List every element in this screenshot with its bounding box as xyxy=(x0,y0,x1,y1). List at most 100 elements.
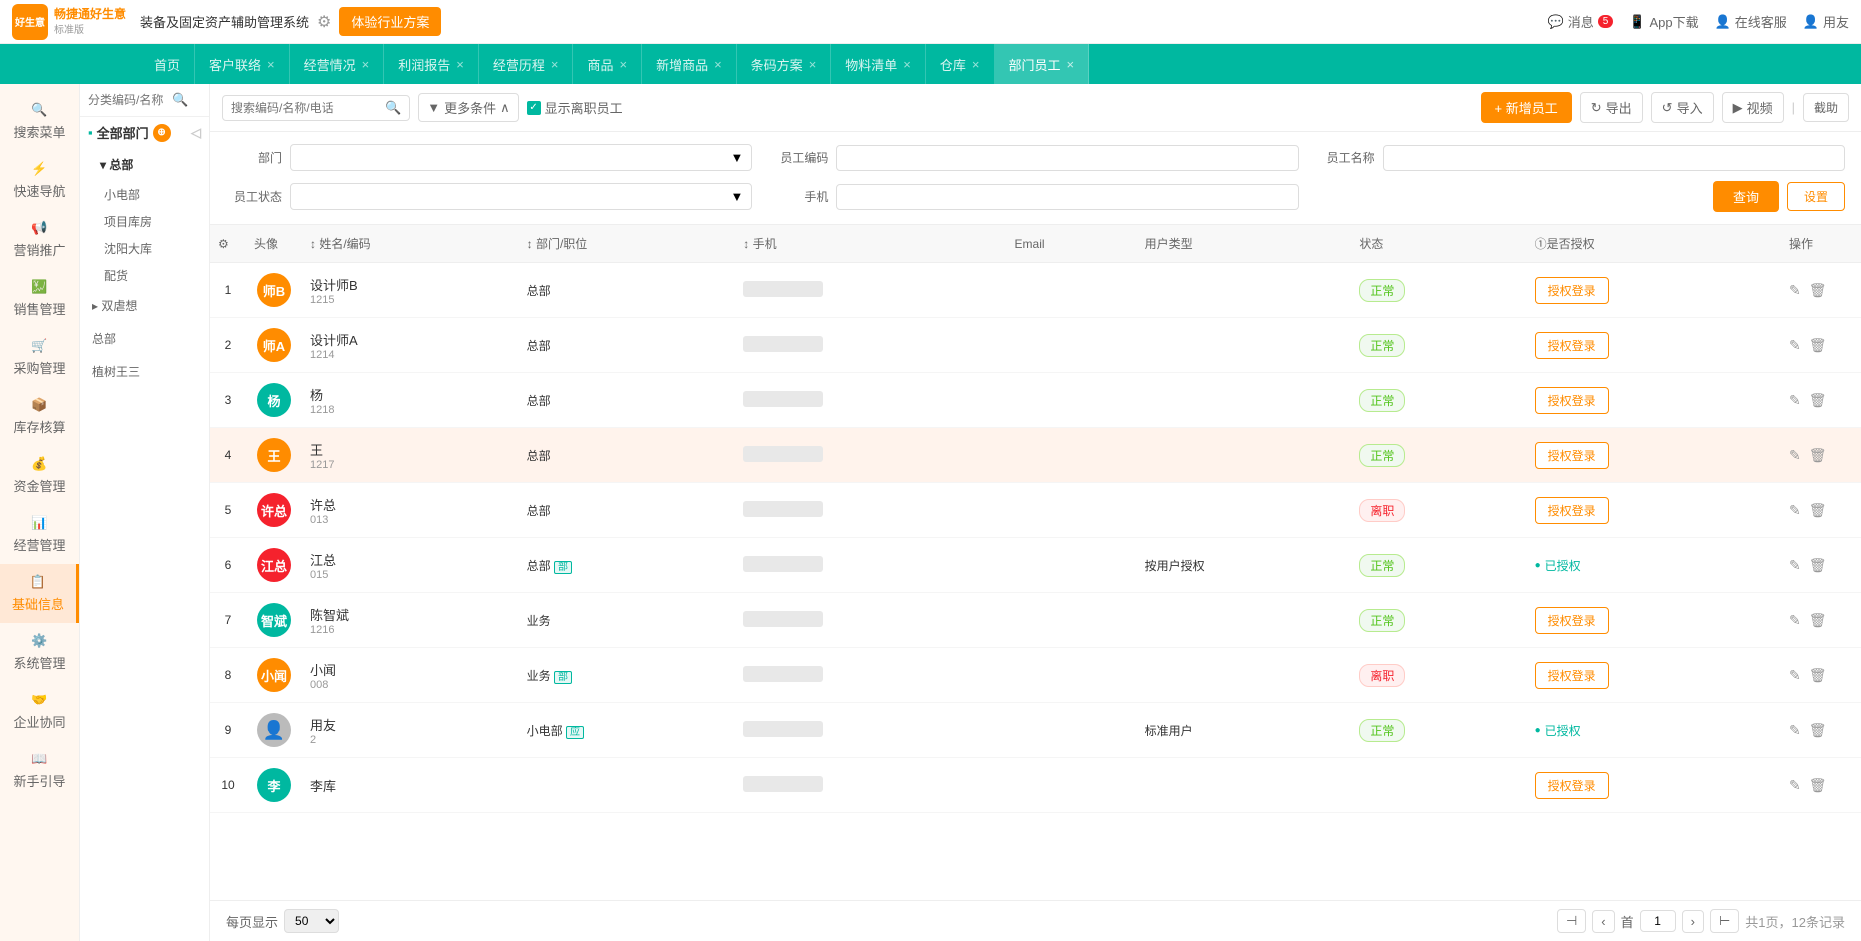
delete-icon[interactable]: 🗑 xyxy=(1809,612,1827,629)
view-btn[interactable]: ▶ 视频 xyxy=(1722,92,1784,123)
row-auth[interactable]: 授权登录 xyxy=(1527,648,1781,703)
user-btn[interactable]: 👤 用友 xyxy=(1803,12,1849,31)
tab-customer[interactable]: 客户联络 × xyxy=(195,44,290,84)
row-auth[interactable]: 授权登录 xyxy=(1527,373,1781,428)
edit-icon[interactable]: ✎ xyxy=(1789,337,1801,354)
help-btn[interactable]: 截助 xyxy=(1803,93,1849,122)
delete-icon[interactable]: 🗑 xyxy=(1809,502,1827,519)
dept-project[interactable]: 项目库房 xyxy=(88,208,209,235)
export-btn[interactable]: ↻ 导出 xyxy=(1580,92,1643,123)
row-auth[interactable]: 授权登录 xyxy=(1527,318,1781,373)
row-auth[interactable]: 授权登录 xyxy=(1527,758,1781,813)
close-icon[interactable]: × xyxy=(619,57,627,72)
empstatus-select[interactable]: ▼ xyxy=(290,183,752,210)
page-input[interactable] xyxy=(1640,910,1676,932)
auth-login-btn[interactable]: 授权登录 xyxy=(1535,772,1609,799)
last-page-btn[interactable]: ⊢ xyxy=(1710,909,1739,933)
delete-icon[interactable]: 🗑 xyxy=(1809,722,1827,739)
close-icon[interactable]: × xyxy=(456,57,464,72)
next-page-btn[interactable]: › xyxy=(1682,910,1704,933)
delete-icon[interactable]: 🗑 xyxy=(1809,667,1827,684)
show-departed-toggle[interactable]: ✓ 显示离职员工 xyxy=(527,98,623,117)
service-btn[interactable]: 👤 在线客服 xyxy=(1715,12,1787,31)
sidebar-item-finance[interactable]: 💰 资金管理 xyxy=(0,446,79,505)
tab-profit[interactable]: 利润报告 × xyxy=(384,44,479,84)
empcode-input[interactable] xyxy=(836,145,1298,171)
close-icon[interactable]: × xyxy=(714,57,722,72)
query-btn[interactable]: 查询 xyxy=(1713,181,1779,212)
edit-icon[interactable]: ✎ xyxy=(1789,667,1801,684)
col-name[interactable]: ↕ 姓名/编码 xyxy=(302,225,519,263)
dept-search-input[interactable] xyxy=(88,93,168,107)
tab-goods[interactable]: 商品 × xyxy=(573,44,642,84)
message-btn[interactable]: 💬 消息 5 xyxy=(1548,12,1614,31)
delete-icon[interactable]: 🗑 xyxy=(1809,557,1827,574)
tab-home[interactable]: 首页 xyxy=(140,44,195,84)
dept-distribution[interactable]: 配货 xyxy=(88,262,209,289)
close-icon[interactable]: × xyxy=(551,57,559,72)
row-auth[interactable]: 授权登录 xyxy=(1527,483,1781,538)
delete-icon[interactable]: 🗑 xyxy=(1809,392,1827,409)
auth-login-btn[interactable]: 授权登录 xyxy=(1535,332,1609,359)
delete-icon[interactable]: 🗑 xyxy=(1809,447,1827,464)
tab-operation[interactable]: 经营情况 × xyxy=(290,44,385,84)
tab-warehouse[interactable]: 仓库 × xyxy=(926,44,995,84)
edit-icon[interactable]: ✎ xyxy=(1789,392,1801,409)
prev-page-btn[interactable]: ‹ xyxy=(1592,910,1614,933)
close-icon[interactable]: × xyxy=(809,57,817,72)
close-icon[interactable]: × xyxy=(972,57,980,72)
delete-icon[interactable]: 🗑 xyxy=(1809,282,1827,299)
phone-input[interactable] xyxy=(836,184,1298,210)
app-download-btn[interactable]: 📱 App下载 xyxy=(1629,12,1698,31)
search-icon[interactable]: 🔍 xyxy=(385,100,401,116)
search-input[interactable] xyxy=(231,101,381,115)
try-btn[interactable]: 体验行业方案 xyxy=(339,7,441,36)
sidebar-item-inventory[interactable]: 📦 库存核算 xyxy=(0,387,79,446)
empname-input[interactable] xyxy=(1383,145,1845,171)
first-page-btn[interactable]: ⊣ xyxy=(1557,909,1586,933)
import-btn[interactable]: ↺ 导入 xyxy=(1651,92,1714,123)
close-icon[interactable]: × xyxy=(1067,57,1075,72)
row-auth[interactable]: 授权登录 xyxy=(1527,263,1781,318)
edit-icon[interactable]: ✎ xyxy=(1789,502,1801,519)
tab-add-goods[interactable]: 新增商品 × xyxy=(642,44,737,84)
sidebar-item-purchase[interactable]: 🛒 采购管理 xyxy=(0,328,79,387)
tab-history[interactable]: 经营历程 × xyxy=(479,44,574,84)
sidebar-item-marketing[interactable]: 📢 营销推广 xyxy=(0,210,79,269)
auth-login-btn[interactable]: 授权登录 xyxy=(1535,497,1609,524)
auth-login-btn[interactable]: 授权登录 xyxy=(1535,607,1609,634)
edit-icon[interactable]: ✎ xyxy=(1789,612,1801,629)
dept-general[interactable]: ▾ 总部 xyxy=(88,148,209,181)
sidebar-item-search[interactable]: 🔍 搜索菜单 xyxy=(0,92,79,151)
sidebar-item-quicknav[interactable]: ⚡ 快速导航 xyxy=(0,151,79,210)
add-employee-btn[interactable]: + 新增员工 xyxy=(1481,92,1572,123)
edit-icon[interactable]: ✎ xyxy=(1789,557,1801,574)
dept-search-icon[interactable]: 🔍 xyxy=(172,92,188,108)
auth-login-btn[interactable]: 授权登录 xyxy=(1535,387,1609,414)
close-icon[interactable]: × xyxy=(362,57,370,72)
col-phone[interactable]: ↕ 手机 xyxy=(735,225,1006,263)
dept-shuangnue[interactable]: ▸ 双虐想 xyxy=(80,289,209,322)
auth-login-btn[interactable]: 授权登录 xyxy=(1535,662,1609,689)
tab-dept-staff[interactable]: 部门员工 × xyxy=(995,44,1090,84)
edit-icon[interactable]: ✎ xyxy=(1789,777,1801,794)
dept-xiaodian[interactable]: 小电部 xyxy=(88,181,209,208)
auth-login-btn[interactable]: 授权登录 xyxy=(1535,277,1609,304)
dept-select[interactable]: ▼ xyxy=(290,144,752,171)
tab-barcode[interactable]: 条码方案 × xyxy=(737,44,832,84)
sidebar-item-system[interactable]: ⚙️ 系统管理 xyxy=(0,623,79,682)
sidebar-item-mgmt[interactable]: 📊 经营管理 xyxy=(0,505,79,564)
row-auth[interactable]: 授权登录 xyxy=(1527,593,1781,648)
edit-icon[interactable]: ✎ xyxy=(1789,722,1801,739)
delete-icon[interactable]: 🗑 xyxy=(1809,777,1827,794)
close-icon[interactable]: × xyxy=(267,57,275,72)
edit-icon[interactable]: ✎ xyxy=(1789,447,1801,464)
row-auth[interactable]: 授权登录 xyxy=(1527,428,1781,483)
more-filter-btn[interactable]: ▼ 更多条件 ∧ xyxy=(418,93,518,122)
reset-btn[interactable]: 设置 xyxy=(1787,182,1845,211)
gear-icon[interactable]: ⚙ xyxy=(317,12,331,32)
col-dept[interactable]: ↕ 部门/职位 xyxy=(519,225,736,263)
close-icon[interactable]: × xyxy=(903,57,911,72)
sidebar-item-guide[interactable]: 📖 新手引导 xyxy=(0,741,79,800)
tab-bom[interactable]: 物料清单 × xyxy=(831,44,926,84)
